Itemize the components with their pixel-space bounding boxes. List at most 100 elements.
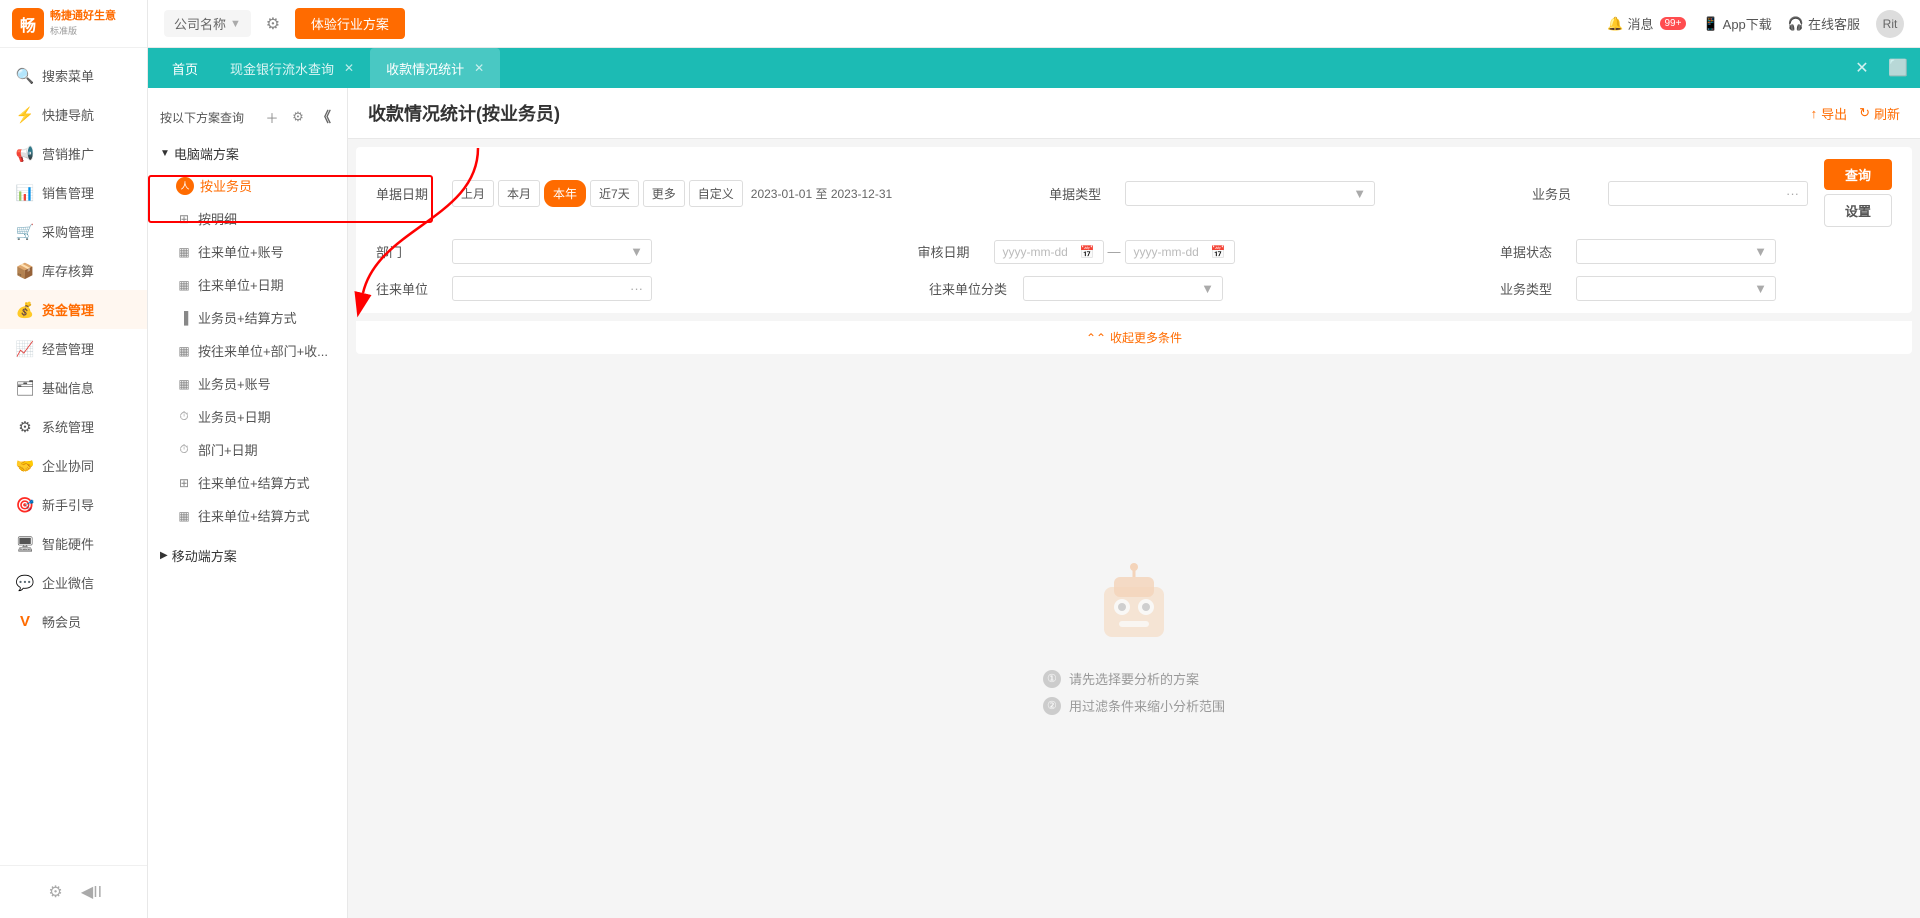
date-btn-last-month[interactable]: 上月: [452, 180, 494, 207]
tab-receipt-close[interactable]: ✕: [474, 61, 484, 75]
header-actions: ↑ 导出 ↻ 刷新: [1811, 104, 1900, 123]
table5-icon: ▦: [176, 508, 192, 524]
sidebar-item-hardware[interactable]: 🖥 智能硬件: [0, 524, 147, 563]
tree-item-by-salesman[interactable]: 人 按业务员: [148, 169, 347, 202]
tree-item-partner-dept[interactable]: ▦ 按往来单位+部门+收...: [148, 334, 347, 367]
triangle2-icon: ▶: [160, 550, 168, 561]
sidebar-item-wechat[interactable]: 💬 企业微信: [0, 563, 147, 602]
sidebar-item-system[interactable]: ⚙ 系统管理: [0, 407, 147, 446]
tab-home[interactable]: 首页: [156, 48, 214, 88]
date-btn-this-month[interactable]: 本月: [498, 180, 540, 207]
desktop-group-label[interactable]: ▼ 电脑端方案: [148, 138, 347, 169]
window-maximize-btn[interactable]: ⬜: [1884, 54, 1912, 82]
biz-type-select[interactable]: ▼: [1576, 276, 1776, 301]
partner-select[interactable]: ···: [452, 276, 652, 301]
company-name[interactable]: 公司名称 ▼: [164, 10, 251, 37]
collapse-bar[interactable]: ⌃⌃ 收起更多条件: [356, 321, 1912, 354]
panel-header-buttons: ＋ ⚙ 《: [261, 106, 335, 128]
sidebar-item-marketing[interactable]: 📢 营销推广: [0, 134, 147, 173]
tree-item-salesman-date[interactable]: ⏱ 业务员+日期: [148, 400, 347, 433]
salesman-label: 业务员: [1532, 184, 1592, 203]
tree-item-dept-date[interactable]: ⏱ 部门+日期: [148, 433, 347, 466]
partner-category-label: 往来单位分类: [929, 279, 1007, 298]
tree-item-partner-date[interactable]: ▦ 往来单位+日期: [148, 268, 347, 301]
tab-bank[interactable]: 现金银行流水查询 ✕: [214, 48, 370, 88]
vip-icon: V: [16, 613, 34, 631]
refresh-button[interactable]: ↻ 刷新: [1859, 104, 1900, 123]
review-date-start[interactable]: yyyy-mm-dd 📅: [994, 240, 1104, 264]
sidebar-item-sales[interactable]: 📊 销售管理: [0, 173, 147, 212]
panel-config-button[interactable]: ⚙: [287, 106, 309, 128]
date-group: 上月 本月 本年 近7天 更多 自定义 2023-01-01 至 2023-12…: [452, 180, 892, 207]
tree-item-partner-settlement2[interactable]: ▦ 往来单位+结算方式: [148, 499, 347, 532]
dept-select[interactable]: ▼: [452, 239, 652, 264]
tab-receipt[interactable]: 收款情况统计 ✕: [370, 48, 500, 88]
sidebar-settings-button[interactable]: ⚙: [42, 878, 70, 906]
tree-item-salesman-account[interactable]: ▦ 业务员+账号: [148, 367, 347, 400]
date-btn-this-year[interactable]: 本年: [544, 180, 586, 207]
sidebar-item-quicknav[interactable]: ⚡ 快捷导航: [0, 95, 147, 134]
empty-tip-1: ① 请先选择要分析的方案: [1043, 669, 1225, 688]
window-close-btn[interactable]: ✕: [1848, 54, 1876, 82]
headset-icon: 🎧: [1788, 16, 1804, 32]
partner-label: 往来单位: [376, 279, 436, 298]
dept-chevron-icon: ▼: [630, 244, 643, 259]
tree-item-by-detail[interactable]: ⊞ 按明细: [148, 202, 347, 235]
tabbar-right: ✕ ⬜: [1848, 54, 1912, 82]
tab-bank-close[interactable]: ✕: [344, 61, 354, 75]
date-label: 单据日期: [376, 184, 436, 203]
query-button[interactable]: 查询: [1824, 159, 1892, 190]
tree-item-partner-settlement1[interactable]: ⊞ 往来单位+结算方式: [148, 466, 347, 499]
sidebar-collapse-button[interactable]: ◀II: [78, 878, 106, 906]
review-date-end[interactable]: yyyy-mm-dd 📅: [1125, 240, 1235, 264]
review-date-label: 审核日期: [918, 242, 978, 261]
megaphone-icon: 📢: [16, 145, 34, 163]
date-range-text: 2023-01-01 至 2023-12-31: [751, 185, 892, 202]
page-header: 收款情况统计(按业务员) ↑ 导出 ↻ 刷新: [348, 88, 1920, 139]
sidebar-item-base[interactable]: 🗂 基础信息: [0, 368, 147, 407]
sidebar-item-operations[interactable]: 📈 经营管理: [0, 329, 147, 368]
doc-type-select[interactable]: ▼: [1125, 181, 1375, 206]
sidebar-bottom: ⚙ ◀II: [0, 865, 147, 918]
filter-row-2: 部门 ▼ 审核日期 yyyy-mm-dd 📅 — yy: [376, 239, 1892, 264]
date-btn-custom[interactable]: 自定义: [689, 180, 743, 207]
topbar-left: 公司名称 ▼ ⚙ 体验行业方案: [164, 8, 1595, 39]
trial-button[interactable]: 体验行业方案: [295, 8, 405, 39]
sidebar-item-inventory[interactable]: 📦 库存核算: [0, 251, 147, 290]
refresh-icon: ↻: [1859, 105, 1870, 121]
sidebar-item-guide[interactable]: 🎯 新手引导: [0, 485, 147, 524]
sidebar-item-enterprise[interactable]: 🤝 企业协同: [0, 446, 147, 485]
settings-button[interactable]: 设置: [1824, 194, 1892, 227]
panel-collapse-button[interactable]: 《: [313, 106, 335, 128]
table4-icon: ▦: [176, 376, 192, 392]
date-btn-more[interactable]: 更多: [643, 180, 685, 207]
gear-icon: ⚙: [16, 418, 34, 436]
online-service-item[interactable]: 🎧 在线客服: [1788, 14, 1860, 33]
tip-num-2: ②: [1043, 697, 1061, 715]
app-download-item[interactable]: 📱 App下载: [1702, 14, 1771, 33]
doc-status-select[interactable]: ▼: [1576, 239, 1776, 264]
sidebar-item-member[interactable]: V 畅会员: [0, 602, 147, 641]
sidebar-item-finance[interactable]: 💰 资金管理: [0, 290, 147, 329]
salesman-select[interactable]: ···: [1608, 181, 1808, 206]
partner-category-select[interactable]: ▼: [1023, 276, 1223, 301]
notification-item[interactable]: 🔔 消息 99+: [1607, 14, 1686, 33]
user-avatar[interactable]: Rit: [1876, 10, 1904, 38]
tree-item-salesman-settlement[interactable]: ▐ 业务员+结算方式: [148, 301, 347, 334]
filter-area: 单据日期 上月 本月 本年 近7天 更多 自定义 2023-01-01 至 20…: [356, 147, 1912, 313]
chevron-down-icon: ▼: [1353, 186, 1366, 201]
sidebar-item-search[interactable]: 🔍 搜索菜单: [0, 56, 147, 95]
sidebar-nav: 🔍 搜索菜单 ⚡ 快捷导航 📢 营销推广 📊 销售管理 🛒 采购管理 📦 库存核…: [0, 48, 147, 865]
tree-item-partner-account[interactable]: ▦ 往来单位+账号: [148, 235, 347, 268]
mobile-group-label[interactable]: ▶ 移动端方案: [148, 540, 347, 571]
monitor-icon: 🖥: [16, 535, 34, 553]
filter-row-3: 往来单位 ··· 往来单位分类 ▼ 业务类型 ▼: [376, 276, 1892, 301]
export-button[interactable]: ↑ 导出: [1811, 104, 1848, 123]
bar-icon: ▐: [176, 310, 192, 326]
logo-badge: 标准版: [50, 24, 116, 37]
panel-add-button[interactable]: ＋: [261, 106, 283, 128]
main-area: 公司名称 ▼ ⚙ 体验行业方案 🔔 消息 99+ 📱 App下载 🎧 在线客服 …: [148, 0, 1920, 918]
topbar-settings-icon[interactable]: ⚙: [259, 10, 287, 38]
date-btn-7days[interactable]: 近7天: [590, 180, 639, 207]
sidebar-item-purchase[interactable]: 🛒 采购管理: [0, 212, 147, 251]
